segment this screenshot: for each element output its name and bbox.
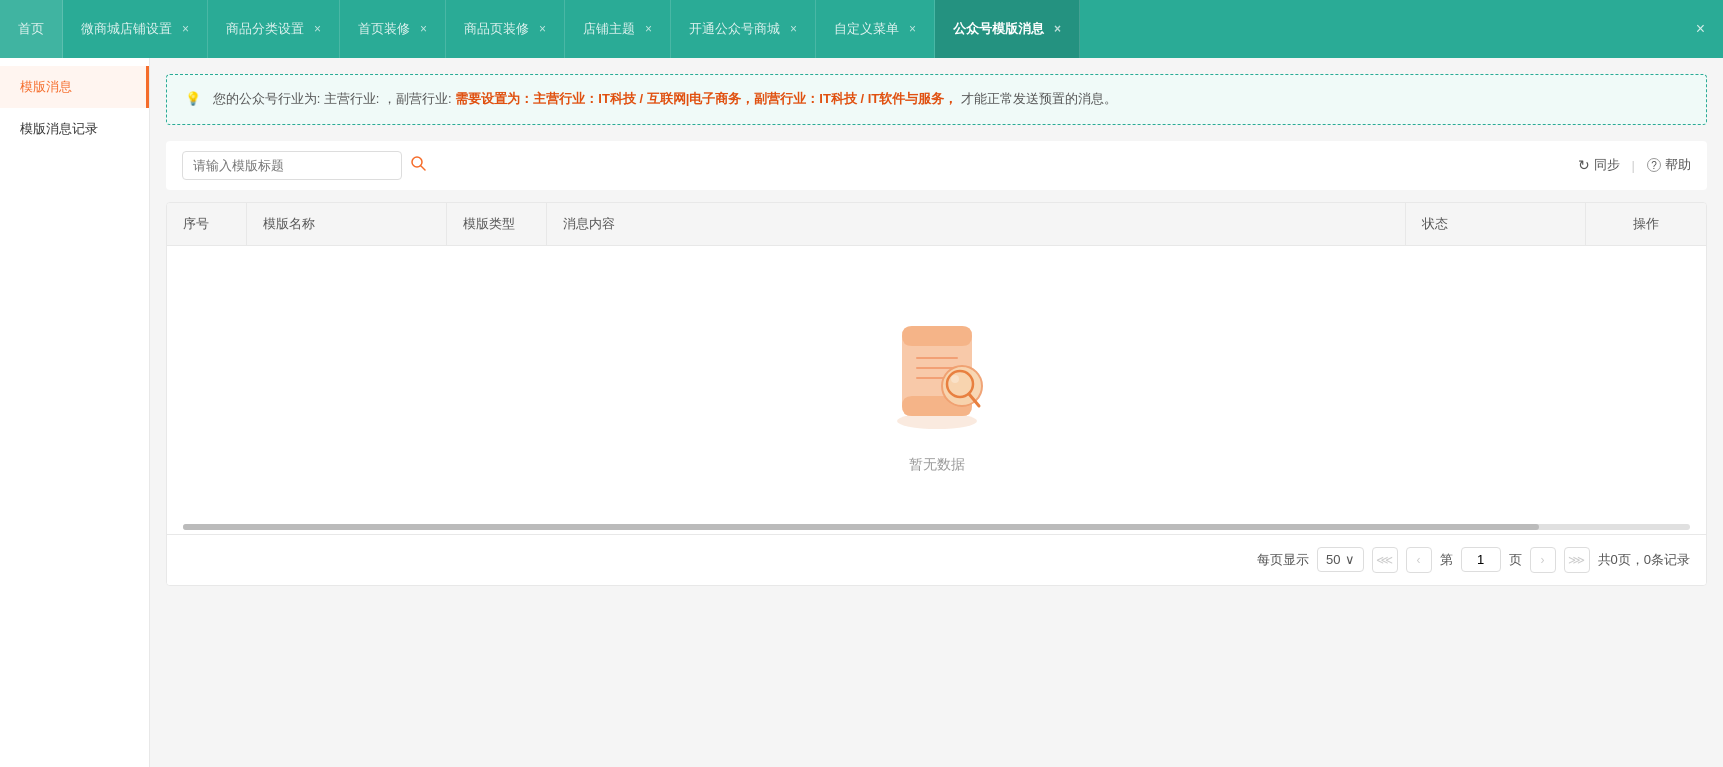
close-icon-template-msg[interactable]: × bbox=[1054, 22, 1061, 36]
prev-page-button[interactable]: ‹ bbox=[1406, 547, 1432, 573]
nav-tab-template-msg[interactable]: 公众号模版消息 × bbox=[935, 0, 1080, 58]
search-input[interactable] bbox=[182, 151, 402, 180]
nav-tab-home[interactable]: 首页 bbox=[0, 0, 63, 58]
sidebar-item-label-template-msg: 模版消息 bbox=[20, 79, 72, 94]
sidebar-item-template-msg-records[interactable]: 模版消息记录 bbox=[0, 108, 149, 150]
pagination: 每页显示 50 ∨ ⋘ ‹ 第 页 › ⋙ 共0页，0条记录 bbox=[167, 534, 1706, 585]
sync-button[interactable]: ↻ 同步 bbox=[1578, 156, 1620, 174]
col-header-action: 操作 bbox=[1586, 203, 1706, 245]
page-size-select[interactable]: 50 ∨ bbox=[1317, 547, 1363, 572]
info-banner: 💡 您的公众号行业为: 主营行业: ，副营行业: 需要设置为：主营行业：IT科技… bbox=[166, 74, 1707, 125]
close-icon-home-decoration[interactable]: × bbox=[420, 22, 427, 36]
nav-tab-shop-settings[interactable]: 微商城店铺设置 × bbox=[63, 0, 208, 58]
page-input[interactable] bbox=[1461, 547, 1501, 572]
info-banner-suffix: 才能正常发送预置的消息。 bbox=[961, 91, 1117, 106]
content-area: 💡 您的公众号行业为: 主营行业: ，副营行业: 需要设置为：主营行业：IT科技… bbox=[150, 58, 1723, 767]
nav-tab-label-home-decoration: 首页装修 bbox=[358, 20, 410, 38]
table-container: 序号 模版名称 模版类型 消息内容 状态 操作 bbox=[166, 202, 1707, 586]
search-right: ↻ 同步 | ? 帮助 bbox=[1578, 156, 1691, 174]
nav-tab-product-category[interactable]: 商品分类设置 × bbox=[208, 0, 340, 58]
nav-tab-home-decoration[interactable]: 首页装修 × bbox=[340, 0, 446, 58]
nav-tab-label-home: 首页 bbox=[18, 20, 44, 38]
main-layout: 模版消息 模版消息记录 💡 您的公众号行业为: 主营行业: ，副营行业: 需要设… bbox=[0, 58, 1723, 767]
help-button[interactable]: ? 帮助 bbox=[1647, 156, 1691, 174]
nav-tab-label-shop-settings: 微商城店铺设置 bbox=[81, 20, 172, 38]
sidebar-item-label-template-msg-records: 模版消息记录 bbox=[20, 121, 98, 136]
top-nav: 首页 微商城店铺设置 × 商品分类设置 × 首页装修 × 商品页装修 × 店铺主… bbox=[0, 0, 1723, 58]
search-button[interactable] bbox=[410, 155, 426, 175]
nav-tab-label-open-mall: 开通公众号商城 bbox=[689, 20, 780, 38]
nav-tab-label-shop-theme: 店铺主题 bbox=[583, 20, 635, 38]
page-size-label: 每页显示 bbox=[1257, 551, 1309, 569]
empty-icon bbox=[872, 306, 1002, 436]
next-page-button[interactable]: › bbox=[1530, 547, 1556, 573]
bulb-icon: 💡 bbox=[185, 91, 201, 106]
nav-tab-label-product-category: 商品分类设置 bbox=[226, 20, 304, 38]
close-icon-shop-settings[interactable]: × bbox=[182, 22, 189, 36]
col-header-type: 模版类型 bbox=[447, 203, 547, 245]
page-size-value: 50 bbox=[1326, 552, 1340, 567]
chevron-down-icon: ∨ bbox=[1345, 552, 1355, 567]
help-icon: ? bbox=[1647, 158, 1661, 172]
search-bar: ↻ 同步 | ? 帮助 bbox=[166, 141, 1707, 190]
scrollbar-row bbox=[167, 520, 1706, 534]
help-label: 帮助 bbox=[1665, 156, 1691, 174]
scrollbar-thumb[interactable] bbox=[183, 524, 1539, 530]
nav-tab-label-product-decoration: 商品页装修 bbox=[464, 20, 529, 38]
close-icon-custom-menu[interactable]: × bbox=[909, 22, 916, 36]
empty-text: 暂无数据 bbox=[167, 456, 1706, 474]
page-label: 第 bbox=[1440, 551, 1453, 569]
sync-label: 同步 bbox=[1594, 156, 1620, 174]
sidebar-item-template-msg[interactable]: 模版消息 bbox=[0, 66, 149, 108]
scrollbar-track[interactable] bbox=[183, 524, 1690, 530]
close-all-button[interactable]: × bbox=[1678, 0, 1723, 58]
nav-tab-product-decoration[interactable]: 商品页装修 × bbox=[446, 0, 565, 58]
table-header: 序号 模版名称 模版类型 消息内容 状态 操作 bbox=[167, 203, 1706, 246]
first-page-button[interactable]: ⋘ bbox=[1372, 547, 1398, 573]
last-page-button[interactable]: ⋙ bbox=[1564, 547, 1590, 573]
close-icon-product-category[interactable]: × bbox=[314, 22, 321, 36]
close-icon-open-mall[interactable]: × bbox=[790, 22, 797, 36]
page-total-info: 共0页，0条记录 bbox=[1598, 551, 1690, 569]
nav-tab-label-template-msg: 公众号模版消息 bbox=[953, 20, 1044, 38]
svg-point-9 bbox=[951, 375, 959, 383]
divider: | bbox=[1632, 158, 1635, 173]
close-icon-product-decoration[interactable]: × bbox=[539, 22, 546, 36]
sync-icon: ↻ bbox=[1578, 157, 1590, 173]
info-banner-prefix: 您的公众号行业为: 主营行业: ，副营行业: bbox=[213, 91, 456, 106]
col-header-content: 消息内容 bbox=[547, 203, 1406, 245]
nav-tab-custom-menu[interactable]: 自定义菜单 × bbox=[816, 0, 935, 58]
col-header-status: 状态 bbox=[1406, 203, 1586, 245]
svg-line-1 bbox=[421, 166, 425, 170]
page-unit: 页 bbox=[1509, 551, 1522, 569]
col-header-seq: 序号 bbox=[167, 203, 247, 245]
nav-tab-shop-theme[interactable]: 店铺主题 × bbox=[565, 0, 671, 58]
sidebar: 模版消息 模版消息记录 bbox=[0, 58, 150, 767]
search-left bbox=[182, 151, 426, 180]
col-header-name: 模版名称 bbox=[247, 203, 447, 245]
nav-tab-open-mall[interactable]: 开通公众号商城 × bbox=[671, 0, 816, 58]
nav-tab-label-custom-menu: 自定义菜单 bbox=[834, 20, 899, 38]
close-icon-shop-theme[interactable]: × bbox=[645, 22, 652, 36]
empty-state: 暂无数据 bbox=[167, 246, 1706, 520]
info-banner-highlight: 需要设置为：主营行业：IT科技 / 互联网|电子商务，副营行业：IT科技 / I… bbox=[455, 91, 957, 106]
